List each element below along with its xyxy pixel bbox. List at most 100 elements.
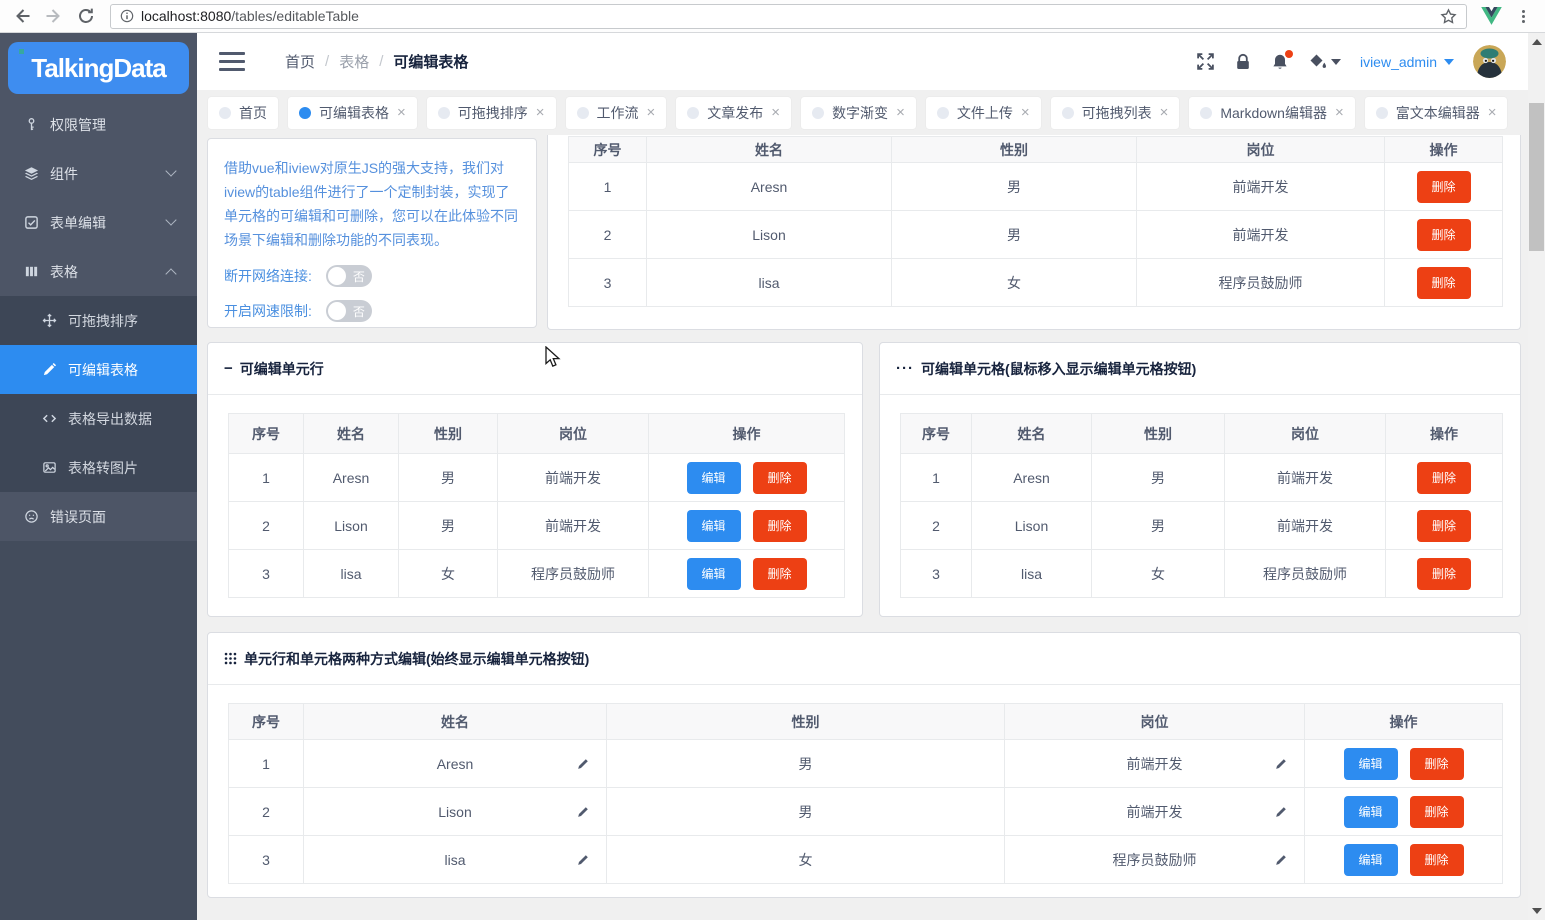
delete-button[interactable]: 删除 <box>1416 266 1471 299</box>
card-title: 可编辑单元行 <box>239 360 324 377</box>
tab-dot <box>299 106 311 119</box>
vertical-scrollbar[interactable] <box>1528 33 1545 920</box>
tab-close-icon[interactable]: × <box>536 105 545 120</box>
table-row: 3 lisa 女程序员鼓励师 删除 <box>568 258 1503 307</box>
switch-toggle[interactable]: 否 <box>325 265 372 287</box>
delete-button[interactable]: 删除 <box>1417 461 1471 494</box>
tab-close-icon[interactable]: × <box>1335 105 1344 120</box>
delete-button[interactable]: 删除 <box>752 509 807 542</box>
sidebar-item[interactable]: 表单编辑 <box>0 198 197 247</box>
edit-cell-pencil-icon[interactable] <box>1274 805 1288 819</box>
forward-arrow-icon[interactable] <box>42 4 66 28</box>
theme-bucket-icon[interactable] <box>1308 53 1341 71</box>
edit-button[interactable]: 编辑 <box>686 557 741 590</box>
star-icon[interactable] <box>1440 7 1457 25</box>
tab-close-icon[interactable]: × <box>896 105 905 120</box>
edit-button[interactable]: 编辑 <box>1343 843 1398 876</box>
cell-actions: 删除 <box>1385 453 1503 502</box>
edit-cell-pencil-icon[interactable] <box>1274 853 1288 867</box>
delete-button[interactable]: 删除 <box>752 557 807 590</box>
edit-button[interactable]: 编辑 <box>686 509 741 542</box>
tab-item[interactable]: 可拖拽排序 × <box>426 96 556 129</box>
sidebar-item[interactable]: 权限管理 <box>0 100 197 149</box>
cell-gender: 男 <box>1091 453 1225 502</box>
cell-job: 前端开发 <box>1136 162 1385 211</box>
sidebar-item[interactable]: 组件 <box>0 149 197 198</box>
tab-item[interactable]: Markdown编辑器 × <box>1189 96 1355 129</box>
edit-cell-pencil-icon[interactable] <box>1274 757 1288 771</box>
scroll-up-arrow-icon[interactable] <box>1532 39 1542 45</box>
edit-button[interactable]: 编辑 <box>1343 795 1398 828</box>
refresh-icon[interactable] <box>74 4 98 28</box>
table-row: 3 lisa 女程序员鼓励师 编辑 删除 <box>228 549 845 598</box>
tab-close-icon[interactable]: × <box>1488 105 1497 120</box>
column-header: 性别 <box>606 703 1005 740</box>
tab-item[interactable]: 可编辑表格 × <box>288 96 417 129</box>
tab-close-icon[interactable]: × <box>1021 105 1030 120</box>
sidebar-item[interactable]: 表格导出数据 <box>0 394 197 443</box>
tab-close-icon[interactable]: × <box>397 105 406 120</box>
delete-button[interactable]: 删除 <box>1409 795 1464 828</box>
breadcrumb-item[interactable]: 表格 <box>339 51 369 72</box>
cell-job: 前端开发 <box>1224 501 1386 550</box>
bell-icon[interactable] <box>1271 49 1293 71</box>
three-dots-menu-icon[interactable] <box>1511 4 1535 28</box>
breadcrumb-separator: / <box>325 53 330 70</box>
edit-button[interactable]: 编辑 <box>686 461 741 494</box>
delete-button[interactable]: 删除 <box>1416 218 1471 251</box>
sidebar-item[interactable]: 可编辑表格 <box>0 345 197 394</box>
breadcrumb-item[interactable]: 首页 <box>285 51 315 72</box>
delete-button[interactable]: 删除 <box>1417 509 1471 542</box>
tab-dot <box>936 106 949 119</box>
fullscreen-icon[interactable] <box>1196 52 1215 71</box>
collapse-menu-button[interactable] <box>219 52 245 71</box>
chevron-down-icon <box>165 165 177 177</box>
delete-button[interactable]: 删除 <box>1416 170 1471 203</box>
cell-gender: 女 <box>606 835 1005 884</box>
tab-item[interactable]: 文章发布 × <box>676 96 792 129</box>
delete-table-card: 序号 姓名 性别 岗位 操作 1 Aresn 男前端开发 删除 2 Lison 男前端开发 删除 3 lis… <box>547 135 1521 330</box>
edit-cell-pencil-icon[interactable] <box>576 853 590 867</box>
edit-cell-pencil-icon[interactable] <box>576 757 590 771</box>
tab-dot <box>1375 106 1388 119</box>
info-icon[interactable] <box>120 9 134 23</box>
delete-button[interactable]: 删除 <box>1417 557 1471 590</box>
switch-toggle[interactable]: 否 <box>325 300 372 322</box>
tab-close-icon[interactable]: × <box>1160 105 1169 120</box>
cell-index: 3 <box>568 258 647 307</box>
cell-index: 2 <box>228 501 304 550</box>
sidebar-item[interactable]: 错误页面 <box>0 492 197 541</box>
sidebar-item[interactable]: 表格 <box>0 247 197 296</box>
delete-button[interactable]: 删除 <box>1409 843 1464 876</box>
tab-item[interactable]: 可拖拽列表 × <box>1050 96 1180 129</box>
tab-item[interactable]: 数字渐变 × <box>801 96 916 129</box>
tab-close-icon[interactable]: × <box>771 105 780 120</box>
tab-item[interactable]: 富文本编辑器 × <box>1364 96 1508 129</box>
tab-item[interactable]: 首页 <box>208 96 278 129</box>
user-menu[interactable]: iview_admin <box>1360 54 1454 70</box>
delete-button[interactable]: 删除 <box>1409 747 1464 780</box>
tab-item[interactable]: 文件上传 × <box>925 96 1041 129</box>
browser-chrome: localhost:8080/tables/editableTable <box>0 0 1545 33</box>
back-arrow-icon[interactable] <box>10 4 34 28</box>
grid-icon <box>224 652 237 665</box>
vue-devtools-icon[interactable] <box>1479 4 1503 28</box>
url-bar[interactable]: localhost:8080/tables/editableTable <box>110 3 1467 29</box>
sidebar-item[interactable]: 表格转图片 <box>0 443 197 492</box>
tab-close-icon[interactable]: × <box>647 105 656 120</box>
delete-button[interactable]: 删除 <box>752 461 807 494</box>
tab-item[interactable]: 工作流 × <box>565 96 667 129</box>
sidebar-item[interactable]: 可拖拽排序 <box>0 296 197 345</box>
scroll-down-arrow-icon[interactable] <box>1532 908 1542 914</box>
edit-button[interactable]: 编辑 <box>1343 747 1398 780</box>
cell-name: lisa <box>303 549 399 598</box>
table-row: 1 Aresn 男前端开发 删除 <box>900 453 1503 502</box>
avatar[interactable] <box>1473 45 1506 78</box>
minus-icon: − <box>224 360 233 377</box>
app-logo[interactable]: TalkingData <box>8 42 189 94</box>
edit-cell-pencil-icon[interactable] <box>576 805 590 819</box>
lock-icon[interactable] <box>1234 53 1252 71</box>
scrollbar-thumb[interactable] <box>1529 103 1544 251</box>
sidebar: TalkingData 权限管理 组件 表单编辑 表格 可拖拽排序 可编辑表格 表格导出数… <box>0 33 197 920</box>
cell-index: 3 <box>900 549 972 598</box>
